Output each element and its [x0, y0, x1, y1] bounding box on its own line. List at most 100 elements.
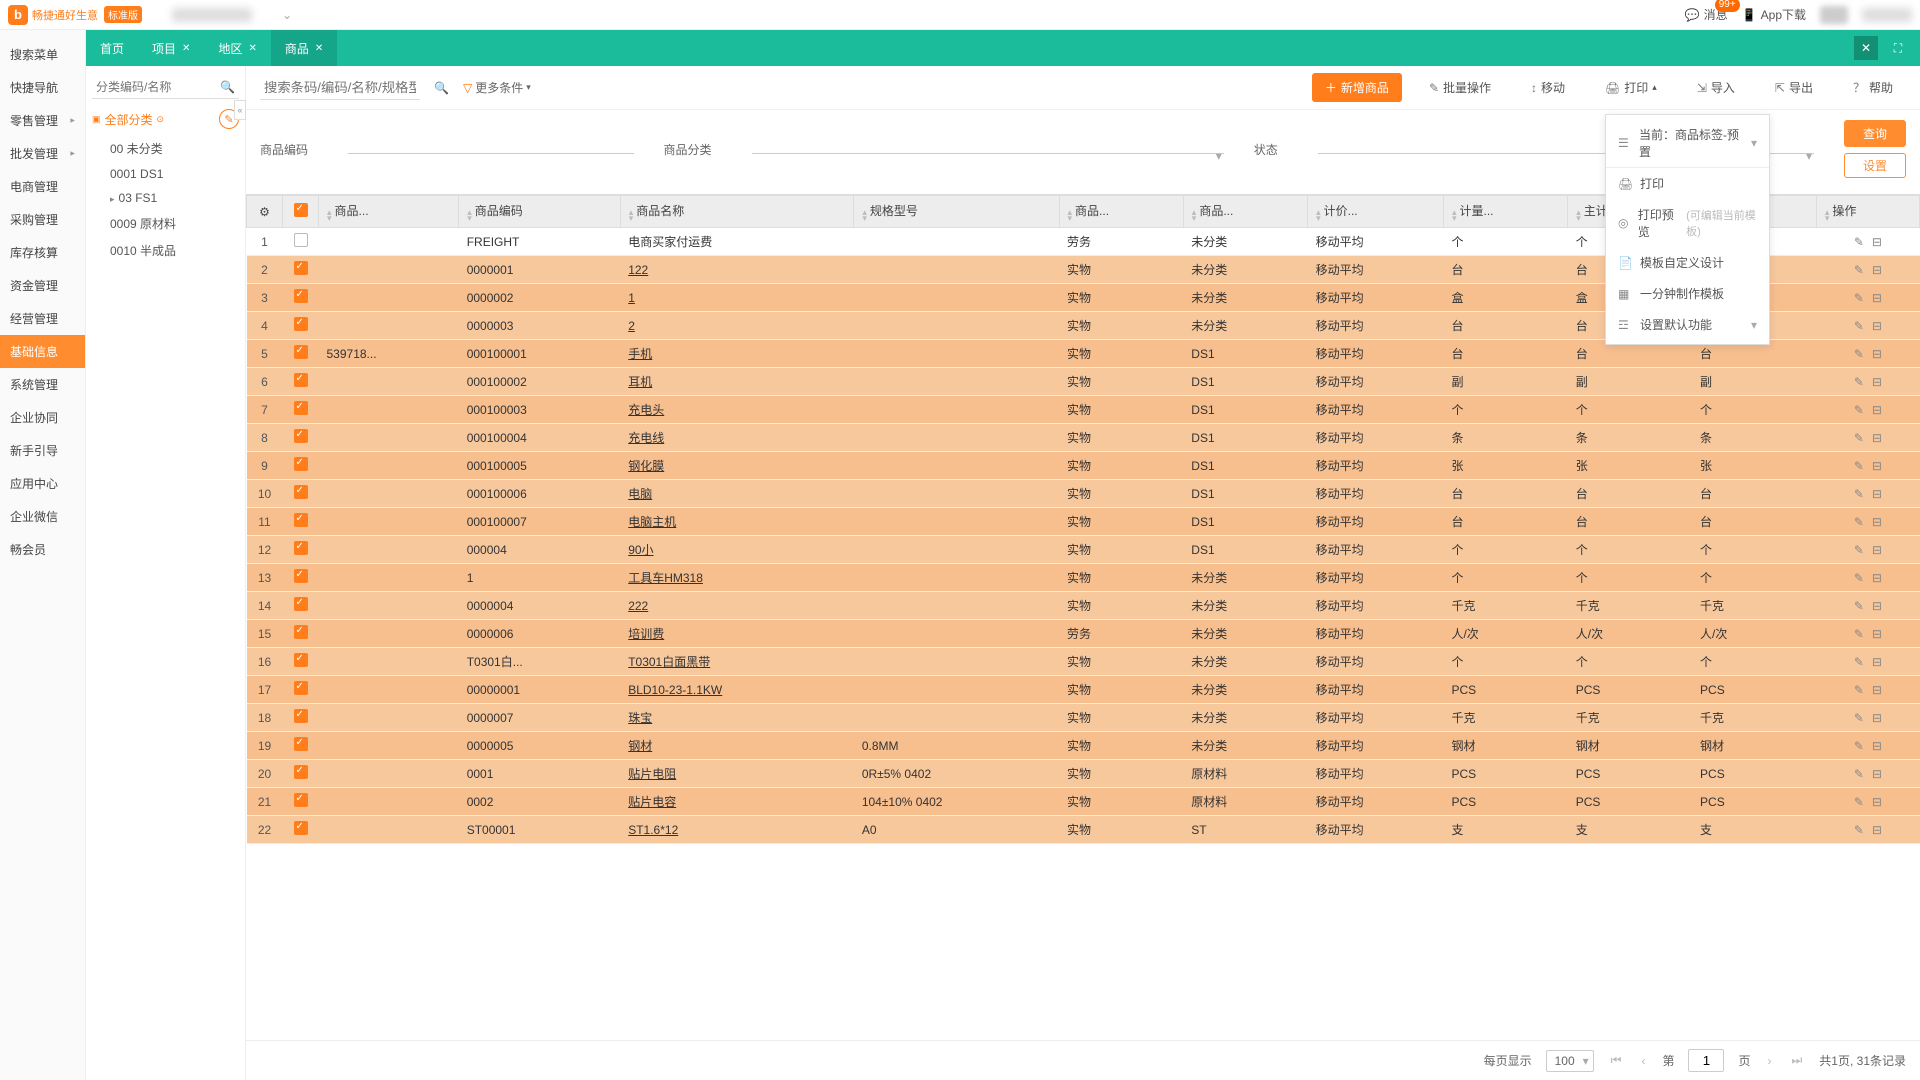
edit-row-icon[interactable]: ✎	[1854, 795, 1864, 809]
column-header[interactable]: ▴▾规格型号	[854, 196, 1059, 228]
table-row[interactable]: 18 0000007 珠宝 实物 未分类 移动平均 千克 千克 千克 ✎ ⊟	[247, 704, 1920, 732]
row-checkbox[interactable]	[283, 704, 319, 732]
row-checkbox[interactable]	[283, 592, 319, 620]
product-name-link[interactable]: T0301白面黑带	[628, 655, 710, 669]
tab-首页[interactable]: 首页	[86, 30, 138, 66]
messages-button[interactable]: 💬 消息 99+	[1685, 6, 1728, 23]
collapse-panel-button[interactable]: «	[234, 100, 246, 120]
category-node[interactable]: 0010 半成品	[92, 237, 239, 264]
edit-row-icon[interactable]: ✎	[1854, 431, 1864, 445]
row-checkbox[interactable]	[283, 284, 319, 312]
print-button[interactable]: 🖨打印▴	[1592, 73, 1670, 102]
nav-item-系统管理[interactable]: 系统管理	[0, 368, 85, 401]
row-checkbox[interactable]	[283, 564, 319, 592]
nav-item-企业微信[interactable]: 企业微信	[0, 500, 85, 533]
fullscreen-button[interactable]: ⛶	[1886, 36, 1910, 60]
per-page-select[interactable]: 100	[1546, 1050, 1594, 1072]
dropdown-print[interactable]: 🖨 打印	[1606, 168, 1769, 199]
table-row[interactable]: 14 0000004 222 实物 未分类 移动平均 千克 千克 千克 ✎ ⊟	[247, 592, 1920, 620]
nav-item-企业协同[interactable]: 企业协同	[0, 401, 85, 434]
code-filter-input[interactable]	[348, 145, 633, 154]
more-row-icon[interactable]: ⊟	[1872, 795, 1882, 809]
product-name-link[interactable]: 珠宝	[628, 711, 652, 725]
company-switcher[interactable]: ⌄	[172, 8, 292, 22]
product-name-link[interactable]: BLD10-23-1.1KW	[628, 683, 722, 697]
product-name-link[interactable]: 钢化膜	[628, 459, 664, 473]
category-node[interactable]: 00 未分类	[92, 135, 239, 162]
nav-item-资金管理[interactable]: 资金管理	[0, 269, 85, 302]
edit-row-icon[interactable]: ✎	[1854, 515, 1864, 529]
table-row[interactable]: 11 000100007 电脑主机 实物 DS1 移动平均 台 台 台 ✎ ⊟	[247, 508, 1920, 536]
settings-button[interactable]: 设置	[1844, 153, 1906, 178]
product-name-link[interactable]: 2	[628, 319, 635, 333]
move-button[interactable]: ↕移动	[1518, 73, 1578, 102]
table-row[interactable]: 15 0000006 培训费 劳务 未分类 移动平均 人/次 人/次 人/次 ✎…	[247, 620, 1920, 648]
app-download-button[interactable]: 📱 App下载	[1742, 6, 1806, 23]
edit-row-icon[interactable]: ✎	[1854, 655, 1864, 669]
page-input -current[interactable]	[1688, 1049, 1724, 1072]
row-checkbox[interactable]	[283, 816, 319, 844]
category-search-input[interactable]	[92, 76, 239, 99]
edit-row-icon[interactable]: ✎	[1854, 487, 1864, 501]
row-checkbox[interactable]	[283, 424, 319, 452]
nav-item-快捷导航[interactable]: 快捷导航	[0, 71, 85, 104]
dropdown-quick-template[interactable]: ▦ 一分钟制作模板	[1606, 278, 1769, 309]
row-checkbox[interactable]	[283, 648, 319, 676]
close-icon[interactable]: ✕	[315, 43, 323, 54]
import-button[interactable]: ⇲导入	[1684, 73, 1748, 102]
column-header[interactable]: ▴▾商品...	[1059, 196, 1183, 228]
more-row-icon[interactable]: ⊟	[1872, 347, 1882, 361]
table-row[interactable]: 7 000100003 充电头 实物 DS1 移动平均 个 个 个 ✎ ⊟	[247, 396, 1920, 424]
product-name-link[interactable]: 贴片电阻	[628, 767, 676, 781]
row-checkbox[interactable]	[283, 368, 319, 396]
table-row[interactable]: 8 000100004 充电线 实物 DS1 移动平均 条 条 条 ✎ ⊟	[247, 424, 1920, 452]
dropdown-set-default[interactable]: ☲ 设置默认功能 ▾	[1606, 309, 1769, 340]
column-header[interactable]: ▴▾操作	[1816, 196, 1919, 228]
help-button[interactable]: ？帮助	[1840, 73, 1906, 102]
table-row[interactable]: 12 000004 90小 实物 DS1 移动平均 个 个 个 ✎ ⊟	[247, 536, 1920, 564]
dropdown-current-template[interactable]: ☰ 当前：商品标签-预置 ▾	[1606, 119, 1769, 168]
more-row-icon[interactable]: ⊟	[1872, 235, 1882, 249]
category-root[interactable]: ▣ 全部分类 ⊙ ✎	[92, 109, 239, 129]
more-row-icon[interactable]: ⊟	[1872, 291, 1882, 305]
column-header[interactable]: ▴▾计量...	[1443, 196, 1567, 228]
table-row[interactable]: 10 000100006 电脑 实物 DS1 移动平均 台 台 台 ✎ ⊟	[247, 480, 1920, 508]
row-checkbox[interactable]	[283, 788, 319, 816]
batch-ops-button[interactable]: ✎批量操作	[1416, 73, 1504, 102]
more-row-icon[interactable]: ⊟	[1872, 823, 1882, 837]
column-header[interactable]: ▴▾商品...	[1183, 196, 1307, 228]
edit-row-icon[interactable]: ✎	[1854, 571, 1864, 585]
more-row-icon[interactable]: ⊟	[1872, 655, 1882, 669]
dropdown-preview[interactable]: ◎ 打印预览 (可编辑当前模板)	[1606, 199, 1769, 247]
edit-row-icon[interactable]: ✎	[1854, 739, 1864, 753]
next-page-button[interactable]: ›	[1764, 1054, 1774, 1068]
product-search-input[interactable]	[260, 76, 420, 100]
tab-项目[interactable]: 项目✕	[138, 30, 204, 66]
edit-row-icon[interactable]: ✎	[1854, 599, 1864, 613]
table-row[interactable]: 13 1 工具车HM318 实物 未分类 移动平均 个 个 个 ✎ ⊟	[247, 564, 1920, 592]
search-icon[interactable]: 🔍	[220, 80, 235, 94]
column-header[interactable]: ▴▾商品编码	[459, 196, 621, 228]
edit-row-icon[interactable]: ✎	[1854, 291, 1864, 305]
table-row[interactable]: 6 000100002 耳机 实物 DS1 移动平均 副 副 副 ✎ ⊟	[247, 368, 1920, 396]
more-row-icon[interactable]: ⊟	[1872, 487, 1882, 501]
table-row[interactable]: 9 000100005 钢化膜 实物 DS1 移动平均 张 张 张 ✎ ⊟	[247, 452, 1920, 480]
category-node[interactable]: 0009 原材料	[92, 210, 239, 237]
tab-地区[interactable]: 地区✕	[204, 30, 270, 66]
search-button[interactable]: 查询	[1844, 120, 1906, 147]
table-row[interactable]: 19 0000005 钢材 0.8MM 实物 未分类 移动平均 钢材 钢材 钢材…	[247, 732, 1920, 760]
edit-row-icon[interactable]: ✎	[1854, 683, 1864, 697]
product-name-link[interactable]: 1	[628, 291, 635, 305]
more-row-icon[interactable]: ⊟	[1872, 431, 1882, 445]
edit-row-icon[interactable]: ✎	[1854, 375, 1864, 389]
edit-row-icon[interactable]: ✎	[1854, 235, 1864, 249]
select-all-column[interactable]	[283, 196, 319, 228]
nav-item-搜索菜单[interactable]: 搜索菜单	[0, 38, 85, 71]
nav-item-电商管理[interactable]: 电商管理	[0, 170, 85, 203]
product-name-link[interactable]: 培训费	[628, 627, 664, 641]
nav-item-采购管理[interactable]: 采购管理	[0, 203, 85, 236]
more-row-icon[interactable]: ⊟	[1872, 571, 1882, 585]
edit-row-icon[interactable]: ✎	[1854, 627, 1864, 641]
more-row-icon[interactable]: ⊟	[1872, 739, 1882, 753]
more-row-icon[interactable]: ⊟	[1872, 627, 1882, 641]
